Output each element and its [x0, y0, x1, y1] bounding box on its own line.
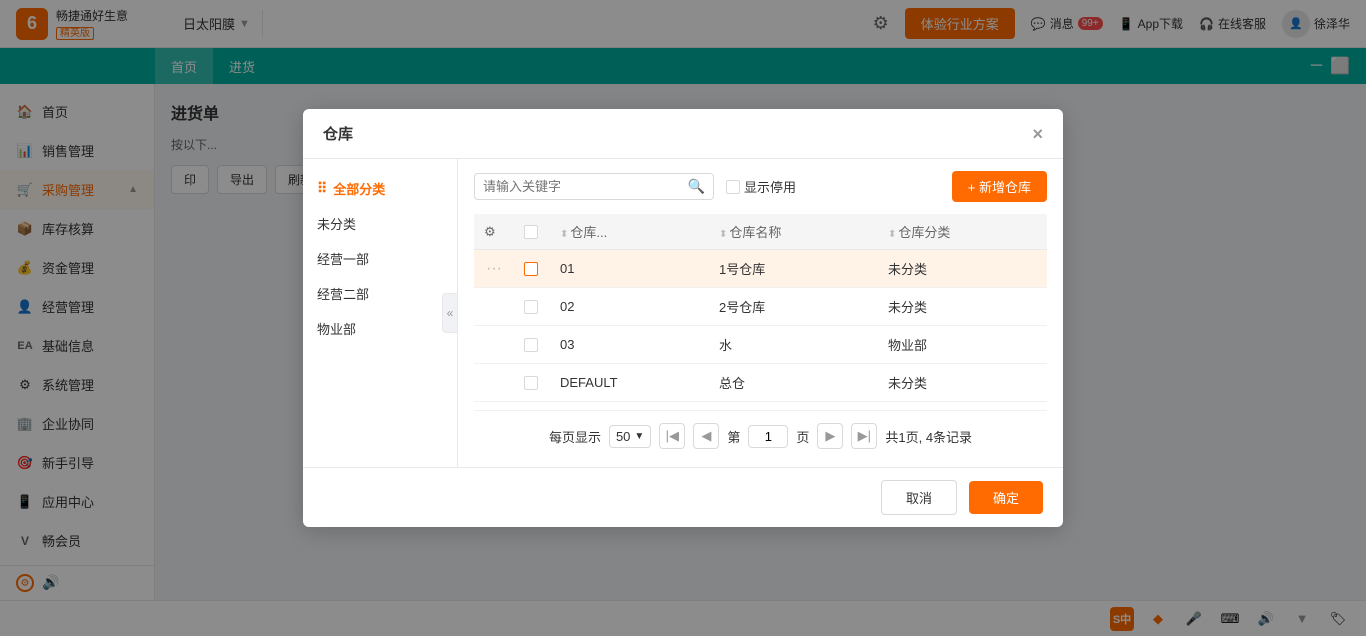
row-category-cell: 未分类	[878, 288, 1047, 326]
search-input[interactable]	[483, 179, 688, 194]
row-checkbox[interactable]	[524, 300, 538, 314]
row-name-cell: 2号仓库	[709, 288, 878, 326]
category-item-ops1[interactable]: 经营一部	[303, 241, 457, 276]
modal-footer: 取消 确定	[303, 467, 1063, 527]
per-page-select[interactable]: 50 ▼	[609, 425, 651, 448]
page-number-input[interactable]	[748, 425, 788, 448]
warehouse-table: ⚙ ⬍仓库... ⬍仓库名称	[474, 214, 1047, 402]
show-disabled-checkbox[interactable]	[726, 180, 740, 194]
row-checkbox-cell	[514, 326, 550, 364]
row-code-cell: 01	[550, 250, 709, 288]
category-item-ops2[interactable]: 经营二部	[303, 276, 457, 311]
row-actions-cell	[474, 364, 514, 402]
category-item-unclassified[interactable]: 未分类	[303, 206, 457, 241]
category-panel: ⠿ 全部分类 未分类 经营一部 经营二部 物业部 «	[303, 159, 458, 467]
add-warehouse-button[interactable]: + 新增仓库	[952, 171, 1047, 202]
col-header-gear: ⚙	[474, 214, 514, 250]
warehouse-modal: 仓库 × ⠿ 全部分类 未分类 经营一部 经营二部 物业部 «	[303, 109, 1063, 527]
search-box: 🔍	[474, 173, 714, 200]
row-actions-cell	[474, 288, 514, 326]
row-category-cell: 物业部	[878, 326, 1047, 364]
next-page-btn[interactable]: ▶	[817, 423, 843, 449]
per-page-dropdown-icon: ▼	[634, 431, 644, 442]
show-disabled-checkbox-label[interactable]: 显示停用	[726, 177, 796, 196]
row-checkbox-cell	[514, 364, 550, 402]
col-header-name: ⬍仓库名称	[709, 214, 878, 250]
select-all-checkbox[interactable]	[524, 225, 538, 239]
row-actions-cell	[474, 326, 514, 364]
table-row: 02 2号仓库 未分类	[474, 288, 1047, 326]
row-checkbox[interactable]	[524, 262, 538, 276]
table-row: DEFAULT 总仓 未分类	[474, 364, 1047, 402]
confirm-button[interactable]: 确定	[969, 481, 1043, 514]
settings-col-icon: ⚙	[484, 224, 496, 239]
total-info: 共1页, 4条记录	[885, 427, 972, 446]
modal-body: ⠿ 全部分类 未分类 经营一部 经营二部 物业部 « 🔍	[303, 159, 1063, 467]
row-code-cell: 02	[550, 288, 709, 326]
search-icon[interactable]: 🔍	[688, 178, 705, 195]
category-collapse-button[interactable]: «	[442, 293, 458, 333]
first-page-btn[interactable]: |◀	[659, 423, 685, 449]
modal-header: 仓库 ×	[303, 109, 1063, 159]
row-checkbox[interactable]	[524, 338, 538, 352]
warehouse-table-wrapper: ⚙ ⬍仓库... ⬍仓库名称	[474, 214, 1047, 402]
grid-icon: ⠿	[317, 180, 327, 197]
row-name-cell: 水	[709, 326, 878, 364]
col-header-category: ⬍仓库分类	[878, 214, 1047, 250]
sort-icon-category: ⬍	[888, 229, 896, 240]
row-name-cell: 总仓	[709, 364, 878, 402]
modal-close-button[interactable]: ×	[1032, 125, 1043, 143]
warehouse-toolbar: 🔍 显示停用 + 新增仓库	[474, 171, 1047, 202]
modal-overlay: 仓库 × ⠿ 全部分类 未分类 经营一部 经营二部 物业部 «	[0, 0, 1366, 636]
cancel-button[interactable]: 取消	[881, 480, 957, 515]
modal-title: 仓库	[323, 123, 353, 144]
last-page-btn[interactable]: ▶|	[851, 423, 877, 449]
table-row: 03 水 物业部	[474, 326, 1047, 364]
table-row: ··· 01 1号仓库 未分类	[474, 250, 1047, 288]
prev-page-btn[interactable]: ◀	[693, 423, 719, 449]
row-category-cell: 未分类	[878, 250, 1047, 288]
pagination-bar: 每页显示 50 ▼ |◀ ◀ 第 页 ▶ ▶| 共1页, 4条记录	[474, 410, 1047, 455]
warehouse-panel: 🔍 显示停用 + 新增仓库 ⚙	[458, 159, 1063, 467]
row-actions-cell: ···	[474, 250, 514, 288]
row-category-cell: 未分类	[878, 364, 1047, 402]
row-action-btn[interactable]: ···	[486, 260, 502, 277]
category-item-property[interactable]: 物业部	[303, 311, 457, 346]
all-categories-item[interactable]: ⠿ 全部分类	[303, 171, 457, 206]
row-checkbox-cell	[514, 250, 550, 288]
row-code-cell: 03	[550, 326, 709, 364]
col-header-code: ⬍仓库...	[550, 214, 709, 250]
sort-icon-name: ⬍	[719, 229, 727, 240]
row-name-cell: 1号仓库	[709, 250, 878, 288]
row-code-cell: DEFAULT	[550, 364, 709, 402]
row-checkbox-cell	[514, 288, 550, 326]
row-checkbox[interactable]	[524, 376, 538, 390]
col-header-checkbox	[514, 214, 550, 250]
sort-icon-code: ⬍	[560, 229, 568, 240]
